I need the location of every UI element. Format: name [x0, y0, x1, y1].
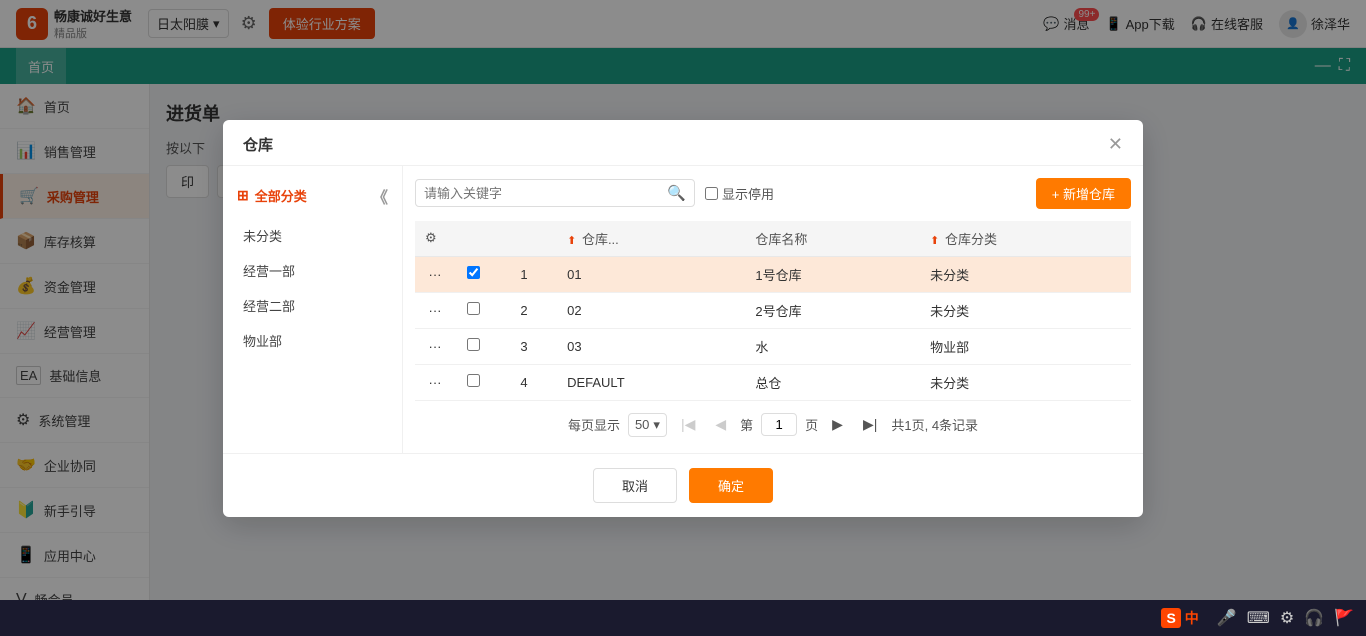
- per-page-select[interactable]: 50 ▾: [628, 413, 667, 437]
- warehouse-dialog: 仓库 ✕ ⊞ 全部分类 《 未分类 经营一部 经营二部 物业部: [223, 120, 1143, 517]
- row-category: 未分类: [920, 256, 1131, 292]
- table-row[interactable]: ··· 3 03 水 物业部: [415, 328, 1131, 364]
- brand-s-icon: S: [1161, 608, 1180, 628]
- table-head: ⚙ ⬆ 仓库... 仓库名称: [415, 221, 1131, 257]
- prev-page-button[interactable]: ◀: [709, 414, 732, 435]
- row-checkbox[interactable]: [455, 364, 491, 400]
- th-gear: ⚙: [415, 221, 455, 257]
- row-action: ···: [415, 256, 455, 292]
- category-item-property[interactable]: 物业部: [223, 323, 402, 358]
- dialog-footer: 取消 确定: [223, 453, 1143, 517]
- row-no: 1: [491, 256, 557, 292]
- show-disabled-checkbox[interactable]: [705, 187, 718, 200]
- modal-overlay: 仓库 ✕ ⊞ 全部分类 《 未分类 经营一部 经营二部 物业部: [0, 0, 1366, 636]
- first-page-button[interactable]: |◀: [675, 414, 701, 435]
- sort-icon-cat: ⬆: [930, 235, 939, 247]
- row-action: ···: [415, 364, 455, 400]
- row-id: DEFAULT: [557, 364, 745, 400]
- th-name: 仓库名称: [745, 221, 920, 257]
- row-category: 未分类: [920, 292, 1131, 328]
- chevron-down-icon: ▾: [653, 417, 660, 433]
- th-id: ⬆ 仓库...: [557, 221, 745, 257]
- bottom-bar: S 中 🎤 ⌨ ⚙ 🎧 🚩: [0, 600, 1366, 636]
- close-icon[interactable]: ✕: [1108, 134, 1123, 155]
- row-category: 未分类: [920, 364, 1131, 400]
- table-row[interactable]: ··· 4 DEFAULT 总仓 未分类: [415, 364, 1131, 400]
- row-action: ···: [415, 292, 455, 328]
- row-id: 02: [557, 292, 745, 328]
- category-panel: ⊞ 全部分类 《 未分类 经营一部 经营二部 物业部: [223, 166, 403, 453]
- headphone-tray-icon[interactable]: 🎧: [1304, 608, 1324, 628]
- warehouse-table: ⚙ ⬆ 仓库... 仓库名称: [415, 221, 1131, 401]
- flag-icon[interactable]: 🚩: [1334, 608, 1354, 628]
- settings-tray-icon[interactable]: ⚙: [1280, 608, 1294, 628]
- category-item-uncategorized[interactable]: 未分类: [223, 218, 402, 253]
- cancel-button[interactable]: 取消: [593, 468, 677, 503]
- th-category: ⬆ 仓库分类: [920, 221, 1131, 257]
- search-box: 🔍: [415, 179, 695, 207]
- brand-label: S 中: [1161, 608, 1198, 628]
- th-index: [491, 221, 557, 257]
- table-panel: 🔍 显示停用 + 新增仓库 ⚙: [403, 166, 1143, 453]
- row-name: 水: [745, 328, 920, 364]
- category-header: ⊞ 全部分类 《: [223, 178, 402, 218]
- table-row[interactable]: ··· 2 02 2号仓库 未分类: [415, 292, 1131, 328]
- row-name: 总仓: [745, 364, 920, 400]
- next-page-button[interactable]: ▶: [826, 414, 849, 435]
- category-item-ops1[interactable]: 经营一部: [223, 253, 402, 288]
- keyboard-icon[interactable]: ⌨: [1247, 608, 1270, 628]
- table-body: ··· 1 01 1号仓库 未分类 ··· 2 02 2号仓库 未分类 ··· …: [415, 256, 1131, 400]
- dialog-body: ⊞ 全部分类 《 未分类 经营一部 经营二部 物业部 🔍: [223, 166, 1143, 453]
- add-warehouse-button[interactable]: + 新增仓库: [1036, 178, 1131, 209]
- category-item-ops2[interactable]: 经营二部: [223, 288, 402, 323]
- show-disabled-label[interactable]: 显示停用: [705, 184, 774, 203]
- last-page-button[interactable]: ▶|: [857, 414, 883, 435]
- table-container: ⚙ ⬆ 仓库... 仓库名称: [415, 221, 1131, 401]
- row-id: 01: [557, 256, 745, 292]
- row-no: 2: [491, 292, 557, 328]
- table-toolbar: 🔍 显示停用 + 新增仓库: [415, 178, 1131, 209]
- confirm-button[interactable]: 确定: [689, 468, 773, 503]
- collapse-icon[interactable]: 《: [372, 184, 388, 208]
- th-checkbox: [455, 221, 491, 257]
- mic-icon[interactable]: 🎤: [1217, 608, 1237, 628]
- row-id: 03: [557, 328, 745, 364]
- row-checkbox[interactable]: [455, 328, 491, 364]
- row-checkbox[interactable]: [455, 292, 491, 328]
- dialog-title: 仓库: [243, 134, 273, 155]
- header-row: ⚙ ⬆ 仓库... 仓库名称: [415, 221, 1131, 257]
- table-row[interactable]: ··· 1 01 1号仓库 未分类: [415, 256, 1131, 292]
- page-input[interactable]: [761, 413, 797, 436]
- row-action: ···: [415, 328, 455, 364]
- row-no: 3: [491, 328, 557, 364]
- pagination: 每页显示 50 ▾ |◀ ◀ 第 页 ▶ ▶| 共1页, 4条记录: [415, 401, 1131, 441]
- sort-icon: ⬆: [567, 235, 576, 247]
- row-checkbox[interactable]: [455, 256, 491, 292]
- grid-icon: ⊞: [237, 187, 249, 204]
- search-input[interactable]: [424, 186, 661, 201]
- search-icon[interactable]: 🔍: [667, 184, 686, 202]
- row-category: 物业部: [920, 328, 1131, 364]
- row-name: 2号仓库: [745, 292, 920, 328]
- row-no: 4: [491, 364, 557, 400]
- dialog-header: 仓库 ✕: [223, 120, 1143, 166]
- row-name: 1号仓库: [745, 256, 920, 292]
